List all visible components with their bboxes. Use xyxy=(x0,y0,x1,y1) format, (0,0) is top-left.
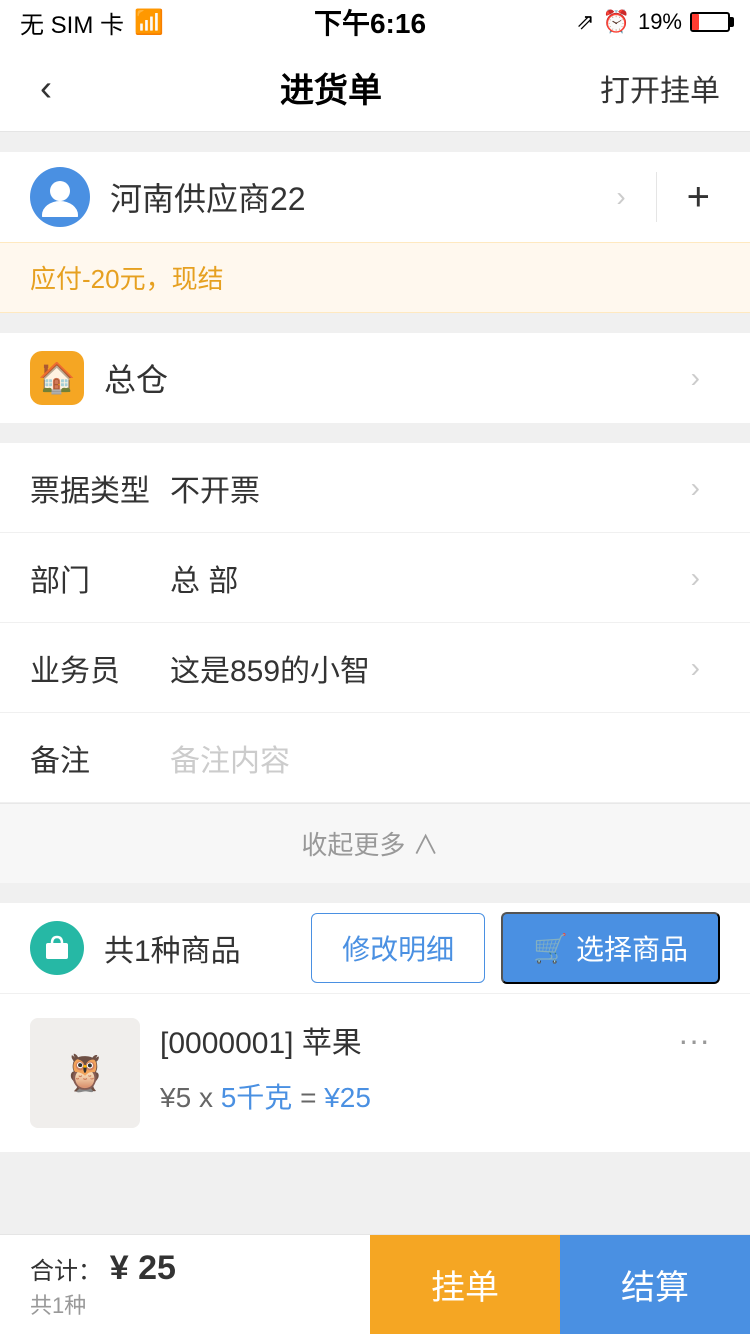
remark-row[interactable]: 备注 备注内容 xyxy=(0,713,750,803)
invoice-row[interactable]: 票据类型 不开票 › xyxy=(0,443,750,533)
status-bar-left: 无 SIM 卡 📶 xyxy=(20,5,164,40)
dept-value: 总 部 xyxy=(170,556,691,600)
sales-value: 这是859的小智 xyxy=(170,646,691,690)
battery-icon xyxy=(690,12,730,32)
product-thumbnail: 🦉 xyxy=(30,1018,140,1128)
dept-row[interactable]: 部门 总 部 › xyxy=(0,533,750,623)
bottom-bar: 合计： ¥ 25 共1种 挂单 结算 xyxy=(0,1234,750,1334)
product-menu-button[interactable]: ··· xyxy=(668,1018,720,1063)
page-title: 进货单 xyxy=(280,63,382,112)
product-item: 🦉 [0000001] 苹果 ¥5 x 5千克 = ¥25 ··· xyxy=(0,993,750,1152)
bag-icon xyxy=(42,933,72,963)
warehouse-name: 总仓 xyxy=(104,355,691,401)
edit-detail-button[interactable]: 修改明细 xyxy=(311,913,485,983)
gap-2 xyxy=(0,313,750,333)
status-bar-right: ⇗ ⏰ 19% xyxy=(576,9,730,35)
alarm-icon: ⏰ xyxy=(603,9,630,35)
warehouse-row[interactable]: 🏠 总仓 › xyxy=(0,333,750,423)
collapse-label: 收起更多 ∧ xyxy=(301,825,438,862)
gap-4 xyxy=(0,883,750,903)
product-header: 共1种商品 修改明细 🛒 选择商品 xyxy=(0,903,750,993)
product-id: [0000001] xyxy=(160,1027,293,1060)
location-icon: ⇗ xyxy=(576,9,594,35)
collapse-button[interactable]: 收起更多 ∧ xyxy=(0,803,750,883)
warehouse-icon: 🏠 xyxy=(30,351,84,405)
supplier-chevron-icon: › xyxy=(616,181,625,213)
battery-percent: 19% xyxy=(638,9,682,35)
select-product-button[interactable]: 🛒 选择商品 xyxy=(501,912,720,984)
product-quantity: 5千克 xyxy=(221,1082,293,1113)
status-bar: 无 SIM 卡 📶 下午6:16 ⇗ ⏰ 19% xyxy=(0,0,750,44)
gap-3 xyxy=(0,423,750,443)
product-count-icon xyxy=(30,921,84,975)
product-total: ¥25 xyxy=(324,1082,371,1113)
add-supplier-button[interactable]: + xyxy=(667,165,720,230)
gap-1 xyxy=(0,132,750,152)
total-row: 合计： ¥ 25 xyxy=(30,1249,340,1288)
product-name: [0000001] 苹果 xyxy=(160,1018,668,1062)
total-count: 共1种 xyxy=(30,1288,340,1320)
open-hang-button[interactable]: 打开挂单 xyxy=(600,66,720,110)
checkout-button[interactable]: 结算 xyxy=(560,1235,750,1334)
supplier-card: 河南供应商22 › + 应付-20元，现结 xyxy=(0,152,750,313)
sales-label: 业务员 xyxy=(30,646,170,690)
form-card: 票据类型 不开票 › 部门 总 部 › 业务员 这是859的小智 › 备注 备注… xyxy=(0,443,750,883)
payment-notice: 应付-20元，现结 xyxy=(0,242,750,313)
cart-icon: 🛒 xyxy=(533,932,568,965)
product-price-row: ¥5 x 5千克 = ¥25 xyxy=(160,1076,668,1116)
carrier-text: 无 SIM 卡 xyxy=(20,5,124,40)
products-card: 共1种商品 修改明细 🛒 选择商品 🦉 [0000001] 苹果 ¥5 x xyxy=(0,903,750,1152)
total-amount: ¥ 25 xyxy=(110,1249,176,1287)
dept-label: 部门 xyxy=(30,556,170,600)
supplier-row[interactable]: 河南供应商22 › + xyxy=(0,152,750,242)
back-button[interactable]: ‹ xyxy=(30,57,62,119)
product-unit-price: ¥5 xyxy=(160,1082,191,1113)
invoice-value: 不开票 xyxy=(170,466,691,510)
select-product-label: 选择商品 xyxy=(576,928,688,968)
product-title-name: 苹果 xyxy=(302,1027,362,1060)
content-area: 河南供应商22 › + 应付-20元，现结 🏠 总仓 › 票据类型 不开票 › … xyxy=(0,132,750,1272)
sales-row[interactable]: 业务员 这是859的小智 › xyxy=(0,623,750,713)
time-display: 下午6:16 xyxy=(314,2,426,42)
warehouse-card[interactable]: 🏠 总仓 › xyxy=(0,333,750,423)
supplier-name: 河南供应商22 xyxy=(110,174,616,220)
product-equals: = xyxy=(300,1082,324,1113)
product-count-text: 共1种商品 xyxy=(104,926,311,970)
person-icon xyxy=(40,177,80,217)
remark-label: 备注 xyxy=(30,736,170,780)
invoice-chevron-icon: › xyxy=(691,472,700,504)
remark-input[interactable]: 备注内容 xyxy=(170,736,720,780)
product-multiply: x xyxy=(199,1082,221,1113)
hang-button[interactable]: 挂单 xyxy=(370,1235,560,1334)
total-section: 合计： ¥ 25 共1种 xyxy=(0,1249,370,1320)
divider xyxy=(656,172,657,222)
warehouse-chevron-icon: › xyxy=(691,362,700,394)
dept-chevron-icon: › xyxy=(691,562,700,594)
total-label: 合计： xyxy=(30,1258,102,1285)
invoice-label: 票据类型 xyxy=(30,466,170,510)
supplier-avatar xyxy=(30,167,90,227)
product-info: [0000001] 苹果 ¥5 x 5千克 = ¥25 xyxy=(160,1018,668,1116)
product-owl-icon: 🦉 xyxy=(63,1052,108,1094)
wifi-icon: 📶 xyxy=(134,8,164,37)
nav-bar: ‹ 进货单 打开挂单 xyxy=(0,44,750,132)
sales-chevron-icon: › xyxy=(691,652,700,684)
